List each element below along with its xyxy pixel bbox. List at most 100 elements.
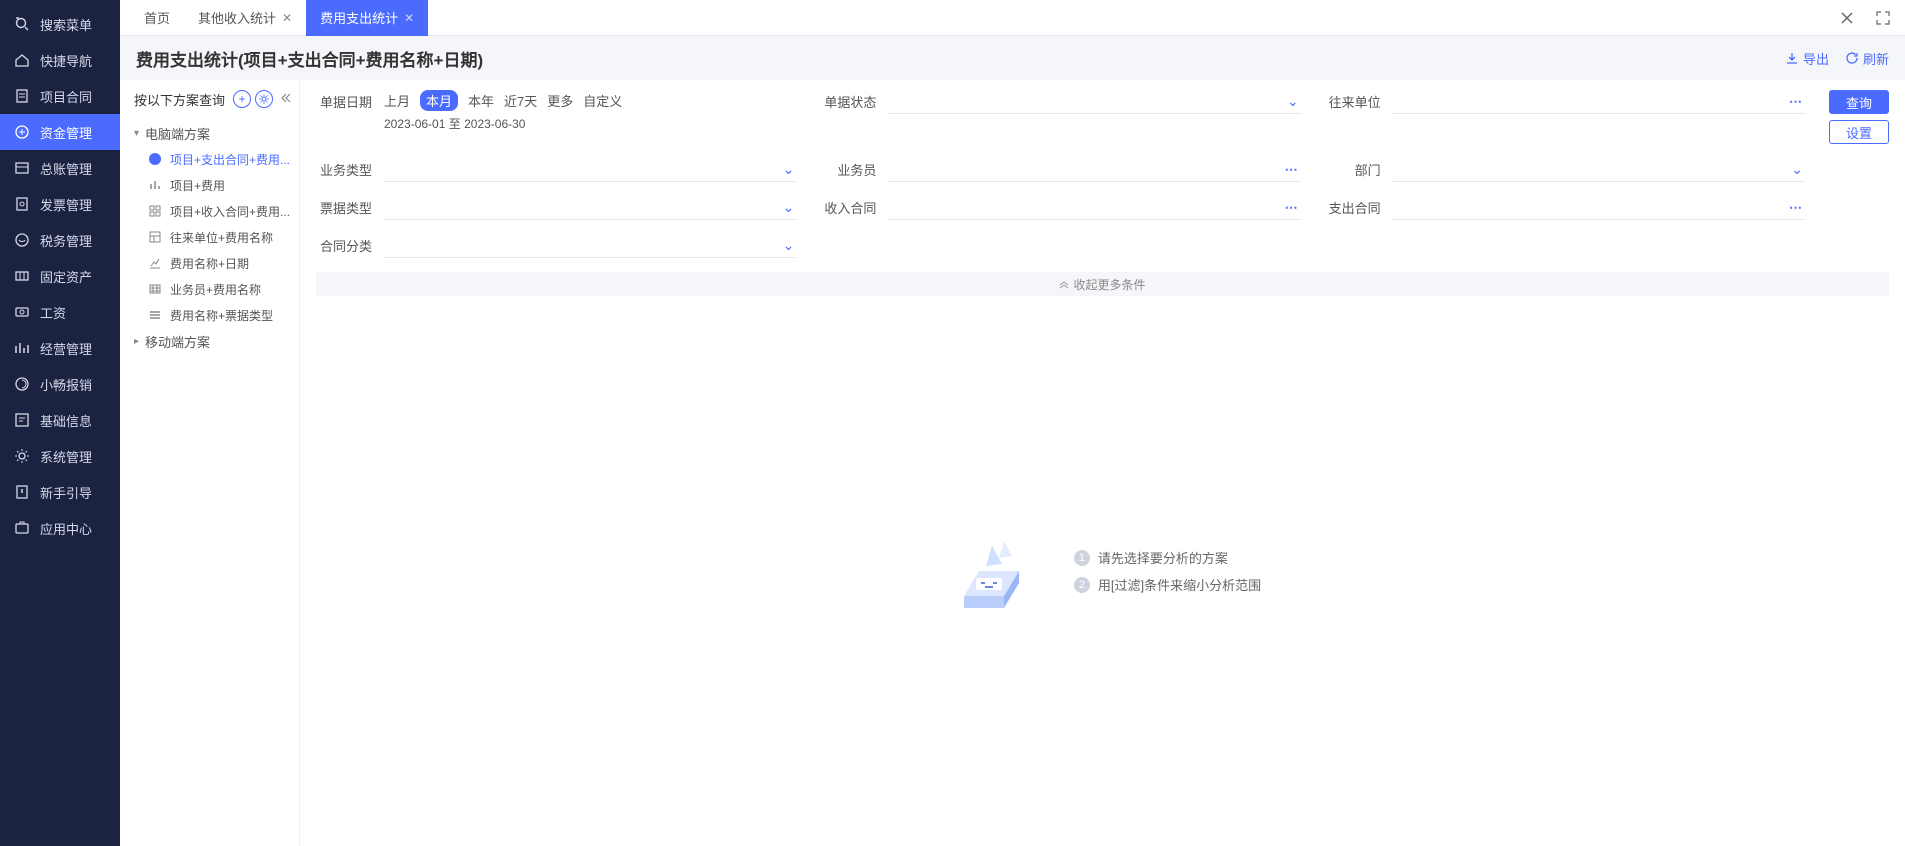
scheme-item-label: 业务员+费用名称 xyxy=(170,281,261,298)
scheme-settings-button[interactable] xyxy=(255,90,273,108)
scheme-item[interactable]: 业务员+费用名称 xyxy=(120,276,299,302)
filter-dept: 部门 ⌄ xyxy=(1325,158,1805,182)
sidebar-item-label: 发票管理 xyxy=(40,195,92,214)
filter-income-contract: 收入合同 ⋯ xyxy=(820,196,1300,220)
tab-1[interactable]: 其他收入统计 ✕ xyxy=(184,0,306,36)
scheme-item[interactable]: 项目+收入合同+费用... xyxy=(120,198,299,224)
tab-close-icon[interactable]: ✕ xyxy=(404,11,414,25)
caret-icon: ▾ xyxy=(134,128,139,139)
salesman-lookup[interactable]: ⋯ xyxy=(888,158,1300,182)
sidebar-item-label: 税务管理 xyxy=(40,231,92,250)
date-quick-option[interactable]: 近7天 xyxy=(504,91,537,110)
sidebar-item-funds[interactable]: 资金管理 xyxy=(0,114,120,150)
scheme-item[interactable]: 往来单位+费用名称 xyxy=(120,224,299,250)
sidebar-item-asset[interactable]: 固定资产 xyxy=(0,258,120,294)
sidebar-item-base[interactable]: 基础信息 xyxy=(0,402,120,438)
bill-type-select[interactable]: ⌄ xyxy=(384,196,796,220)
apps-icon xyxy=(14,520,30,536)
ellipsis-icon: ⋯ xyxy=(1285,200,1299,216)
date-quick-option[interactable]: 上月 xyxy=(384,91,410,110)
operation-icon xyxy=(14,340,30,356)
title-bar: 费用支出统计(项目+支出合同+费用名称+日期) 导出 刷新 xyxy=(120,36,1905,80)
board-icon xyxy=(148,230,162,244)
sidebar-item-label: 搜索菜单 xyxy=(40,15,92,34)
content-area: 单据日期 上月本月本年近7天更多自定义 2023-06-01 至 2023-06… xyxy=(300,80,1905,846)
biz-type-select[interactable]: ⌄ xyxy=(384,158,796,182)
expense-contract-lookup[interactable]: ⋯ xyxy=(1393,196,1805,220)
target-icon xyxy=(148,152,162,166)
expense-icon xyxy=(14,376,30,392)
collapse-filters-button[interactable]: 收起更多条件 xyxy=(316,272,1889,296)
sidebar-item-operation[interactable]: 经营管理 xyxy=(0,330,120,366)
home-icon xyxy=(14,52,30,68)
tab-label: 其他收入统计 xyxy=(198,8,276,27)
base-icon xyxy=(14,412,30,428)
scheme-group[interactable]: ▸移动端方案 xyxy=(120,328,299,354)
ellipsis-icon: ⋯ xyxy=(1789,94,1803,110)
contract-class-select[interactable]: ⌄ xyxy=(384,234,796,258)
tab-close-icon[interactable]: ✕ xyxy=(282,11,292,25)
search-icon xyxy=(14,16,30,32)
scheme-group[interactable]: ▾电脑端方案 xyxy=(120,120,299,146)
add-scheme-button[interactable]: + xyxy=(233,90,251,108)
scheme-item[interactable]: 项目+费用 xyxy=(120,172,299,198)
chevron-up-double-icon xyxy=(1059,279,1069,289)
scheme-item-label: 项目+收入合同+费用... xyxy=(170,203,290,220)
sidebar-item-expense[interactable]: 小畅报销 xyxy=(0,366,120,402)
scheme-item[interactable]: 项目+支出合同+费用... xyxy=(120,146,299,172)
funds-icon xyxy=(14,124,30,140)
sidebar-item-search[interactable]: 搜索菜单 xyxy=(0,6,120,42)
fullscreen-icon[interactable] xyxy=(1871,6,1895,30)
sidebar-item-tax[interactable]: 税务管理 xyxy=(0,222,120,258)
sidebar-item-contract[interactable]: 项目合同 xyxy=(0,78,120,114)
income-contract-lookup[interactable]: ⋯ xyxy=(888,196,1300,220)
sidebar-item-apps[interactable]: 应用中心 xyxy=(0,510,120,546)
date-quick-option[interactable]: 更多 xyxy=(547,91,573,110)
table-icon xyxy=(148,282,162,296)
invoice-icon xyxy=(14,196,30,212)
filter-partner: 往来单位 ⋯ xyxy=(1325,90,1805,114)
date-quick-option[interactable]: 本年 xyxy=(468,91,494,110)
sidebar-item-salary[interactable]: 工资 xyxy=(0,294,120,330)
sidebar-item-label: 项目合同 xyxy=(40,87,92,106)
filter-form: 单据日期 上月本月本年近7天更多自定义 2023-06-01 至 2023-06… xyxy=(300,80,1905,296)
salary-icon xyxy=(14,304,30,320)
scheme-panel: 按以下方案查询 + ▾电脑端方案项目+支出合同+费用...项目+费用项目+收入合… xyxy=(120,80,300,846)
system-icon xyxy=(14,448,30,464)
sidebar-item-guide[interactable]: 新手引导 xyxy=(0,474,120,510)
date-range-display: 2023-06-01 至 2023-06-30 xyxy=(384,115,796,132)
ledger-icon xyxy=(14,160,30,176)
tab-0[interactable]: 首页 xyxy=(130,0,184,36)
collapse-panel-icon[interactable] xyxy=(279,92,291,107)
grid-icon xyxy=(148,204,162,218)
partner-lookup[interactable]: ⋯ xyxy=(1393,90,1805,114)
scheme-item[interactable]: 费用名称+票据类型 xyxy=(120,302,299,328)
sidebar-item-ledger[interactable]: 总账管理 xyxy=(0,150,120,186)
sidebar-item-system[interactable]: 系统管理 xyxy=(0,438,120,474)
query-button[interactable]: 查询 xyxy=(1829,90,1889,114)
filter-biz-type: 业务类型 ⌄ xyxy=(316,158,796,182)
chevron-down-icon: ⌄ xyxy=(1287,93,1299,110)
scheme-item[interactable]: 费用名称+日期 xyxy=(120,250,299,276)
ellipsis-icon: ⋯ xyxy=(1789,200,1803,216)
status-select[interactable]: ⌄ xyxy=(888,90,1300,114)
filter-salesman: 业务员 ⋯ xyxy=(820,158,1300,182)
date-quick-option[interactable]: 自定义 xyxy=(583,91,622,110)
settings-button[interactable]: 设置 xyxy=(1829,120,1889,144)
dept-select[interactable]: ⌄ xyxy=(1393,158,1805,182)
filter-status: 单据状态 ⌄ xyxy=(820,90,1300,114)
close-icon[interactable] xyxy=(1835,6,1859,30)
page-title: 费用支出统计(项目+支出合同+费用名称+日期) xyxy=(136,46,483,71)
export-button[interactable]: 导出 xyxy=(1785,49,1829,68)
chart-icon xyxy=(148,256,162,270)
tab-2[interactable]: 费用支出统计✕ xyxy=(306,0,428,36)
sidebar-item-invoice[interactable]: 发票管理 xyxy=(0,186,120,222)
date-quick-option[interactable]: 本月 xyxy=(420,90,458,111)
scheme-item-label: 往来单位+费用名称 xyxy=(170,229,273,246)
main-area: 首页其他收入统计✕费用支出统计✕ 费用支出统计(项目+支出合同+费用名称+日期)… xyxy=(120,0,1905,846)
caret-icon: ▸ xyxy=(134,336,139,347)
empty-step-1: 1 请先选择要分析的方案 xyxy=(1074,548,1261,567)
tab-label: 首页 xyxy=(144,8,170,27)
sidebar-item-home[interactable]: 快捷导航 xyxy=(0,42,120,78)
refresh-button[interactable]: 刷新 xyxy=(1845,49,1889,68)
